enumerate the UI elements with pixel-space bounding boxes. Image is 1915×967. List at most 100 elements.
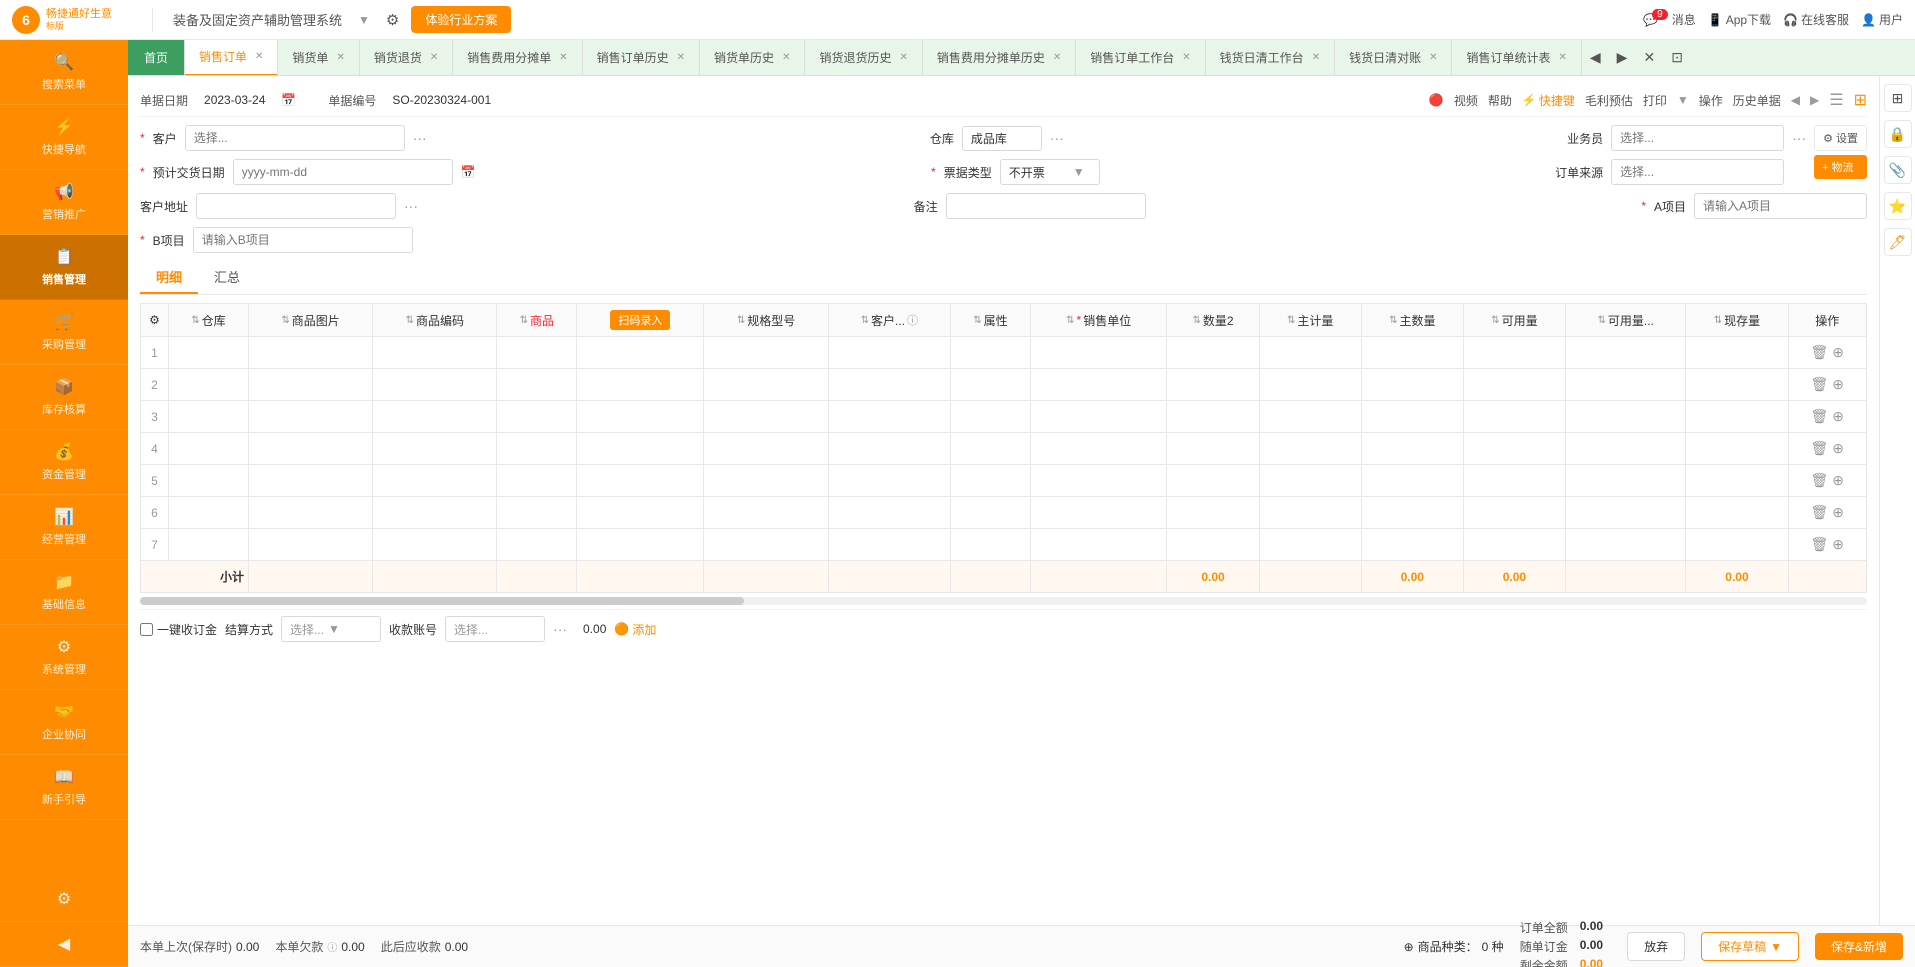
nav-prev-icon[interactable]: ◀ [1791, 93, 1800, 107]
tab-sales-return[interactable]: 销货单 ✕ [278, 40, 359, 76]
col-current[interactable]: ⇅ 现存量 [1686, 304, 1788, 337]
sidebar-settings-btn[interactable]: ⚙ [0, 877, 128, 922]
row-unit-1[interactable] [1030, 337, 1166, 369]
copy-icon[interactable]: ⊕ [1832, 536, 1844, 553]
row-code-1[interactable] [373, 337, 497, 369]
delete-icon[interactable]: 🗑 [1810, 472, 1828, 489]
b-project-input[interactable] [193, 227, 413, 253]
message-btn[interactable]: 💬 9 消息 [1643, 11, 1696, 28]
sidebar-item-guide[interactable]: 📖 新手引导 [0, 755, 128, 820]
remark-input[interactable] [946, 193, 1146, 219]
app-download-btn[interactable]: 📱 App下载 [1708, 11, 1771, 28]
tab-expense-history[interactable]: 销售费用分摊单历史 ✕ [923, 40, 1076, 76]
sidebar-item-purchase[interactable]: 🛒 采购管理 [0, 300, 128, 365]
col-gear[interactable]: ⚙ [141, 304, 169, 337]
row-scan-1[interactable] [577, 337, 704, 369]
tab-expense-split[interactable]: 销售费用分摊单 ✕ [453, 40, 582, 76]
col-main-qty[interactable]: ⇅ 主数量 [1361, 304, 1463, 337]
address-more-btn[interactable]: ··· [404, 198, 418, 214]
col-qty2[interactable]: ⇅ 数量2 [1167, 304, 1259, 337]
settlement-select[interactable]: 选择... ▼ [281, 616, 381, 642]
settings-float-btn[interactable]: ⚙ 设置 [1814, 125, 1867, 151]
tab-close-icon[interactable]: ✕ [336, 52, 344, 63]
sidebar-item-finance[interactable]: 💰 资金管理 [0, 430, 128, 495]
tab-sales-order[interactable]: 销售订单 ✕ [185, 40, 278, 76]
tab-close-icon[interactable]: ✕ [1182, 52, 1190, 63]
tab-close-icon[interactable]: ✕ [430, 52, 438, 63]
customer-more-btn[interactable]: ··· [413, 130, 427, 146]
tab-prev-btn[interactable]: ◀ [1582, 40, 1609, 76]
col-code[interactable]: ⇅ 商品编码 [373, 304, 497, 337]
tab-return-history[interactable]: 销货退货历史 ✕ [805, 40, 922, 76]
tab-order-history[interactable]: 销售订单历史 ✕ [583, 40, 700, 76]
tab-order-stats[interactable]: 销售订单统计表 ✕ [1452, 40, 1581, 76]
copy-icon[interactable]: ⊕ [1832, 408, 1844, 425]
sidebar-item-collab[interactable]: 🤝 企业协同 [0, 690, 128, 755]
online-service-btn[interactable]: 🎧 在线客服 [1783, 11, 1849, 28]
col-available[interactable]: ⇅ 可用量 [1463, 304, 1565, 337]
row-product-1[interactable] [497, 337, 577, 369]
help-btn[interactable]: 帮助 [1488, 92, 1512, 109]
add-logistics-btn[interactable]: + 物流 [1814, 155, 1867, 179]
row-warehouse-2[interactable] [169, 369, 249, 401]
col-image[interactable]: ⇅ 商品图片 [248, 304, 372, 337]
tab-cargo-return[interactable]: 销货退货 ✕ [360, 40, 453, 76]
panel-icon-5[interactable]: 🖊 [1884, 228, 1912, 256]
delete-icon[interactable]: 🗑 [1810, 408, 1828, 425]
scan-btn[interactable]: 扫码录入 [610, 310, 670, 330]
panel-icon-4[interactable]: ⭐ [1884, 192, 1912, 220]
row-image-1[interactable] [248, 337, 372, 369]
tab-close-icon[interactable]: ✕ [1053, 52, 1061, 63]
view-btn[interactable]: 视频 [1454, 92, 1478, 109]
tab-daily-workbench[interactable]: 钱货日清工作台 ✕ [1206, 40, 1335, 76]
col-attr[interactable]: ⇅ 属性 [950, 304, 1030, 337]
col-spec[interactable]: ⇅ 规格型号 [704, 304, 828, 337]
panel-icon-2[interactable]: 🔒 [1884, 120, 1912, 148]
col-product[interactable]: ⇅ 商品 [497, 304, 577, 337]
row-main-unit-1[interactable] [1259, 337, 1361, 369]
tab-close-icon[interactable]: ✕ [559, 52, 567, 63]
tab-more-btn[interactable]: ✕ [1635, 40, 1663, 76]
save-draft-btn[interactable]: 保存草稿 ▼ [1701, 932, 1799, 961]
one-click-checkbox[interactable]: 一键收订金 [140, 621, 217, 638]
sidebar-item-sales[interactable]: 📋 销售管理 [0, 235, 128, 300]
copy-icon[interactable]: ⊕ [1832, 344, 1844, 361]
salesperson-input[interactable] [1611, 125, 1784, 151]
order-source-input[interactable] [1611, 159, 1784, 185]
sidebar-item-system[interactable]: ⚙ 系统管理 [0, 625, 128, 690]
panel-icon-3[interactable]: 📎 [1884, 156, 1912, 184]
solution-btn[interactable]: 体验行业方案 [411, 6, 511, 33]
invoice-type-select[interactable]: 不开票 ▼ [1000, 159, 1100, 185]
copy-icon[interactable]: ⊕ [1832, 472, 1844, 489]
sidebar-item-marketing[interactable]: 📢 营销推广 [0, 170, 128, 235]
add-payment-btn[interactable]: 🟠 添加 [614, 621, 656, 638]
row-customer-code-1[interactable] [828, 337, 950, 369]
operation-btn[interactable]: 操作 [1699, 92, 1723, 109]
copy-icon[interactable]: ⊕ [1832, 376, 1844, 393]
nav-next-icon[interactable]: ▶ [1810, 93, 1819, 107]
tab-daily-reconcile[interactable]: 钱货日清对账 ✕ [1335, 40, 1452, 76]
address-input[interactable] [196, 193, 396, 219]
row-attr-1[interactable] [950, 337, 1030, 369]
col-customer-code[interactable]: ⇅ 客户... ⓘ [828, 304, 950, 337]
shortcut-btn[interactable]: ⚡ 快捷键 [1522, 92, 1575, 109]
tab-cargo-history[interactable]: 销货单历史 ✕ [700, 40, 805, 76]
row-current-1[interactable] [1686, 337, 1788, 369]
tab-next-btn[interactable]: ▶ [1609, 40, 1636, 76]
sidebar-item-management[interactable]: 📊 经营管理 [0, 495, 128, 560]
delete-icon[interactable]: 🗑 [1810, 504, 1828, 521]
sidebar-item-basic[interactable]: 📁 基础信息 [0, 560, 128, 625]
tab-close-icon[interactable]: ✕ [255, 51, 263, 62]
tab-order-workbench[interactable]: 销售订单工作台 ✕ [1076, 40, 1205, 76]
delete-icon[interactable]: 🗑 [1810, 440, 1828, 457]
tab-close-icon[interactable]: ✕ [677, 52, 685, 63]
delete-icon[interactable]: 🗑 [1810, 536, 1828, 553]
row-qty2-1[interactable] [1167, 337, 1259, 369]
row-warehouse-1[interactable] [169, 337, 249, 369]
horizontal-scrollbar[interactable] [140, 597, 1867, 605]
one-click-input[interactable] [140, 623, 153, 636]
discard-btn[interactable]: 放弃 [1627, 932, 1685, 961]
row-available2-1[interactable] [1565, 337, 1686, 369]
list-view-icon[interactable]: ☰ [1829, 90, 1843, 110]
tab-detail[interactable]: 明细 [140, 261, 198, 294]
